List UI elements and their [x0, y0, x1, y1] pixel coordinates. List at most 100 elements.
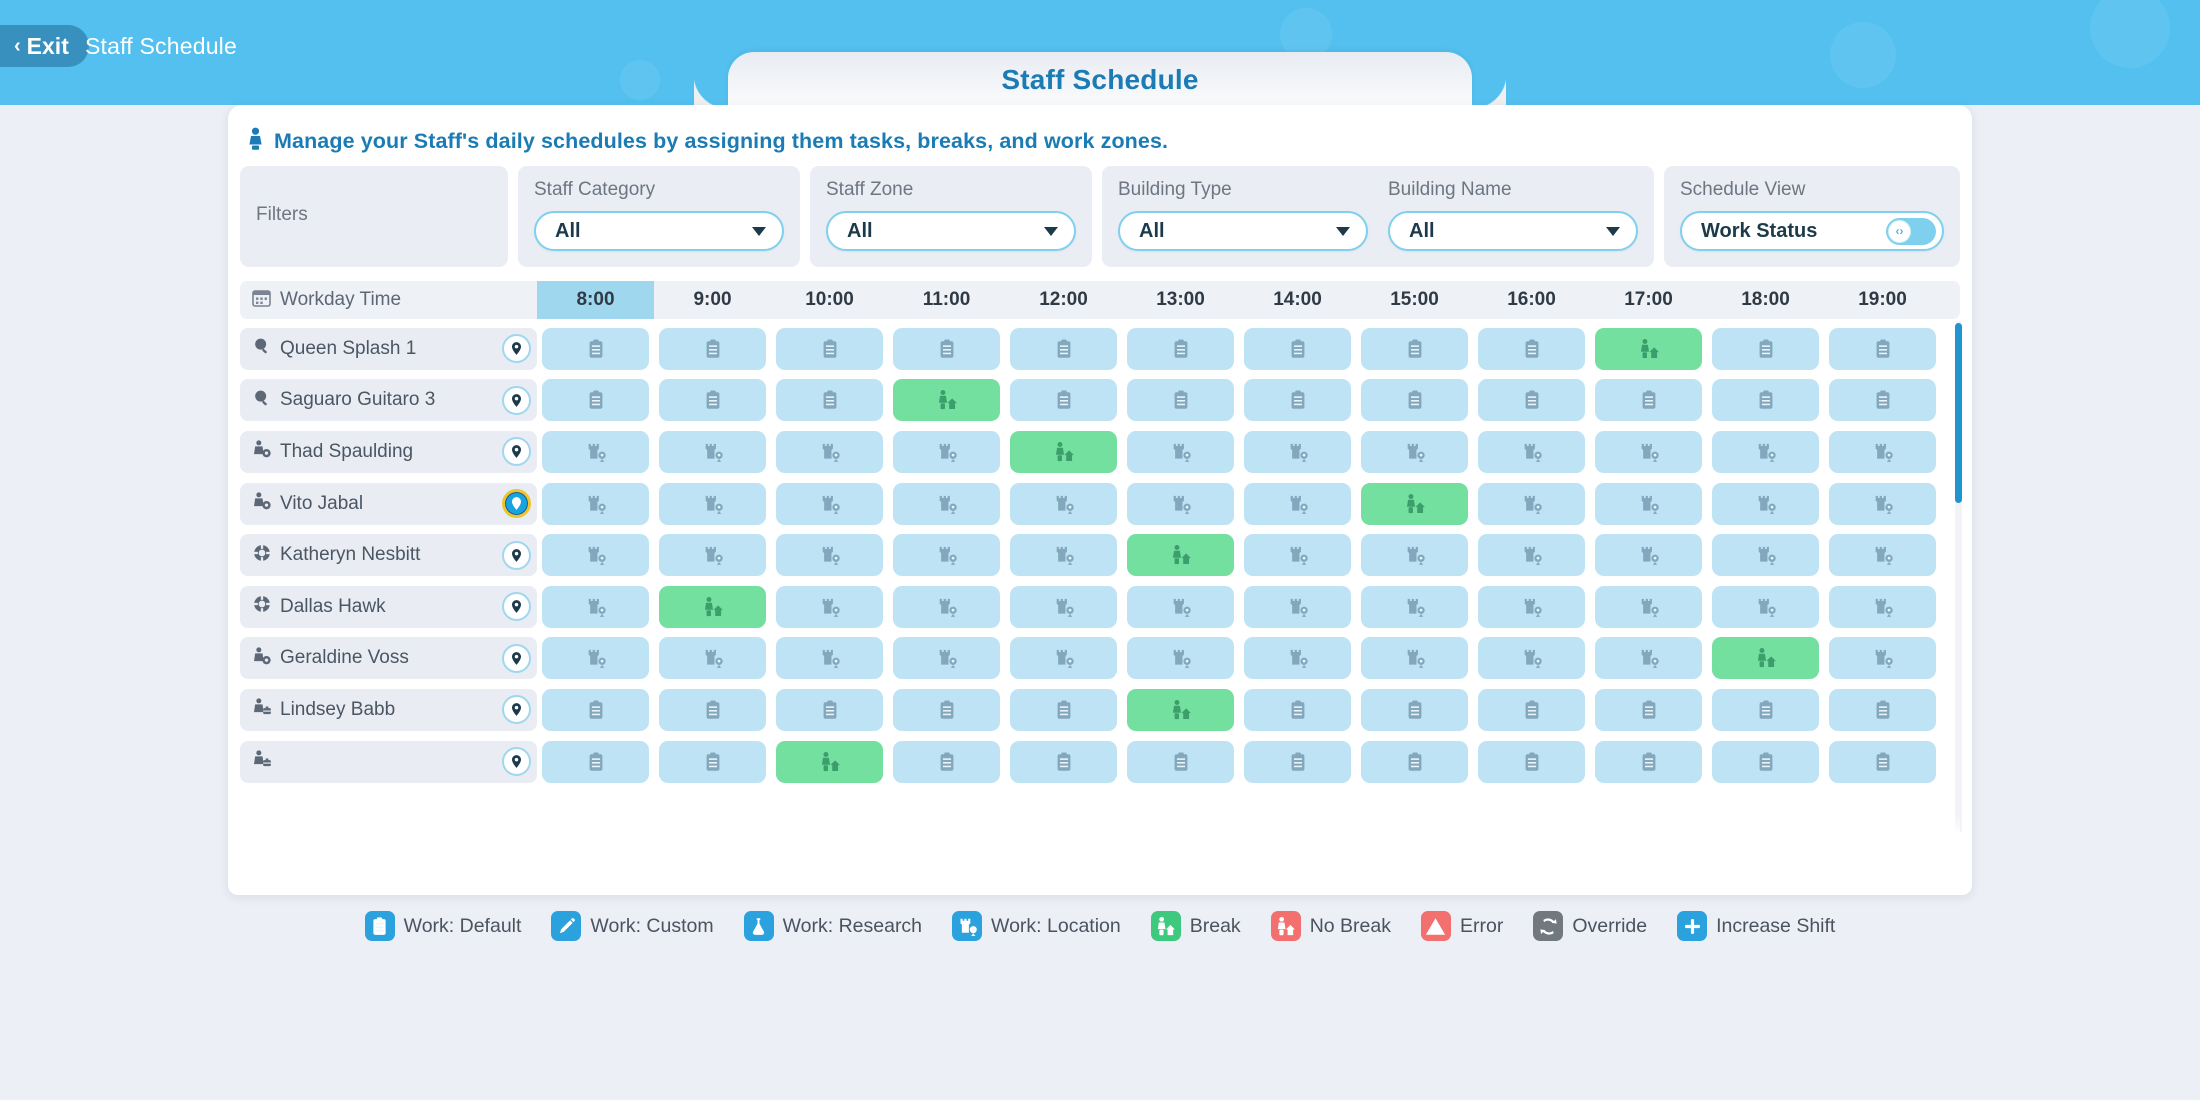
schedule-cell[interactable] [1127, 585, 1234, 628]
exit-button[interactable]: ‹ Exit [0, 25, 89, 67]
time-column-header[interactable]: 12:00 [1005, 281, 1122, 319]
schedule-cell-break[interactable] [1712, 637, 1819, 680]
schedule-cell[interactable] [542, 637, 649, 680]
staff-category-select[interactable]: All [534, 211, 784, 251]
schedule-cell-break[interactable] [1010, 430, 1117, 473]
schedule-cell[interactable] [1712, 688, 1819, 731]
time-column-header[interactable]: 18:00 [1707, 281, 1824, 319]
schedule-cell[interactable] [1010, 585, 1117, 628]
schedule-cell[interactable] [1712, 430, 1819, 473]
schedule-cell[interactable] [776, 637, 883, 680]
schedule-cell[interactable] [1010, 327, 1117, 370]
schedule-cell[interactable] [1595, 430, 1702, 473]
time-column-header[interactable]: 9:00 [654, 281, 771, 319]
schedule-cell[interactable] [659, 482, 766, 525]
schedule-cell[interactable] [1127, 637, 1234, 680]
staff-name-cell[interactable] [240, 740, 537, 783]
schedule-cell[interactable] [542, 740, 649, 783]
schedule-cell[interactable] [1244, 637, 1351, 680]
schedule-cell[interactable] [659, 637, 766, 680]
time-column-header[interactable]: 11:00 [888, 281, 1005, 319]
schedule-cell[interactable] [1010, 688, 1117, 731]
schedule-cell[interactable] [542, 430, 649, 473]
staff-name-cell[interactable]: Queen Splash 1 [240, 327, 537, 370]
schedule-cell[interactable] [1361, 430, 1468, 473]
schedule-cell[interactable] [1829, 585, 1936, 628]
schedule-cell[interactable] [1361, 740, 1468, 783]
schedule-cell[interactable] [1829, 688, 1936, 731]
schedule-cell[interactable] [1010, 637, 1117, 680]
schedule-cell[interactable] [1244, 585, 1351, 628]
schedule-cell[interactable] [1595, 379, 1702, 422]
building-name-select[interactable]: All [1388, 211, 1638, 251]
schedule-cell[interactable] [1127, 740, 1234, 783]
schedule-cell[interactable] [893, 740, 1000, 783]
schedule-cell[interactable] [776, 327, 883, 370]
schedule-cell[interactable] [1712, 585, 1819, 628]
schedule-cell-break[interactable] [1127, 534, 1234, 577]
schedule-cell-break[interactable] [1361, 482, 1468, 525]
schedule-cell[interactable] [1829, 534, 1936, 577]
schedule-cell[interactable] [893, 327, 1000, 370]
schedule-cell-break[interactable] [893, 379, 1000, 422]
schedule-cell[interactable] [1478, 637, 1585, 680]
schedule-cell[interactable] [542, 379, 649, 422]
staff-name-cell[interactable]: Geraldine Voss [240, 637, 537, 680]
schedule-cell[interactable] [542, 482, 649, 525]
schedule-cell[interactable] [893, 482, 1000, 525]
schedule-cell[interactable] [893, 637, 1000, 680]
schedule-cell[interactable] [1712, 327, 1819, 370]
schedule-cell[interactable] [776, 482, 883, 525]
schedule-cell[interactable] [659, 430, 766, 473]
schedule-cell[interactable] [1010, 379, 1117, 422]
building-type-select[interactable]: All [1118, 211, 1368, 251]
schedule-cell[interactable] [542, 585, 649, 628]
schedule-cell[interactable] [776, 688, 883, 731]
schedule-cell[interactable] [659, 327, 766, 370]
schedule-cell[interactable] [1595, 534, 1702, 577]
schedule-view-switch[interactable]: ‹› [1886, 217, 1936, 245]
schedule-cell[interactable] [1244, 534, 1351, 577]
schedule-view-toggle[interactable]: Work Status ‹› [1680, 211, 1944, 251]
schedule-cell-break[interactable] [776, 740, 883, 783]
schedule-cell-break[interactable] [1595, 327, 1702, 370]
schedule-cell[interactable] [1010, 482, 1117, 525]
schedule-cell[interactable] [1829, 379, 1936, 422]
schedule-cell[interactable] [659, 688, 766, 731]
staff-name-cell[interactable]: Vito Jabal [240, 482, 537, 525]
schedule-cell[interactable] [1595, 637, 1702, 680]
schedule-cell[interactable] [1127, 327, 1234, 370]
schedule-cell[interactable] [1712, 379, 1819, 422]
schedule-cell[interactable] [1361, 688, 1468, 731]
schedule-cell-break[interactable] [1127, 688, 1234, 731]
schedule-cell[interactable] [1478, 482, 1585, 525]
schedule-cell[interactable] [542, 534, 649, 577]
schedule-cell[interactable] [893, 585, 1000, 628]
schedule-cell[interactable] [1244, 327, 1351, 370]
time-column-header[interactable]: 17:00 [1590, 281, 1707, 319]
time-column-header[interactable]: 8:00 [537, 281, 654, 319]
schedule-cell[interactable] [659, 379, 766, 422]
schedule-cell[interactable] [1010, 534, 1117, 577]
schedule-cell[interactable] [1244, 740, 1351, 783]
map-pin-button[interactable] [502, 334, 531, 364]
schedule-cell[interactable] [1829, 327, 1936, 370]
schedule-cell[interactable] [893, 430, 1000, 473]
schedule-cell[interactable] [1712, 534, 1819, 577]
schedule-cell[interactable] [1361, 585, 1468, 628]
staff-name-cell[interactable]: Thad Spaulding [240, 430, 537, 473]
time-column-header[interactable]: 16:00 [1473, 281, 1590, 319]
map-pin-button[interactable] [502, 385, 531, 415]
schedule-cell[interactable] [1361, 327, 1468, 370]
time-column-header[interactable]: 14:00 [1239, 281, 1356, 319]
map-pin-button[interactable] [502, 540, 531, 570]
schedule-cell[interactable] [1127, 430, 1234, 473]
schedule-cell[interactable] [1478, 585, 1585, 628]
schedule-cell[interactable] [1478, 688, 1585, 731]
time-column-header[interactable]: 13:00 [1122, 281, 1239, 319]
staff-name-cell[interactable]: Saguaro Guitaro 3 [240, 379, 537, 422]
schedule-cell[interactable] [1010, 740, 1117, 783]
schedule-cell[interactable] [1595, 482, 1702, 525]
schedule-cell[interactable] [1244, 379, 1351, 422]
schedule-cell[interactable] [1127, 379, 1234, 422]
